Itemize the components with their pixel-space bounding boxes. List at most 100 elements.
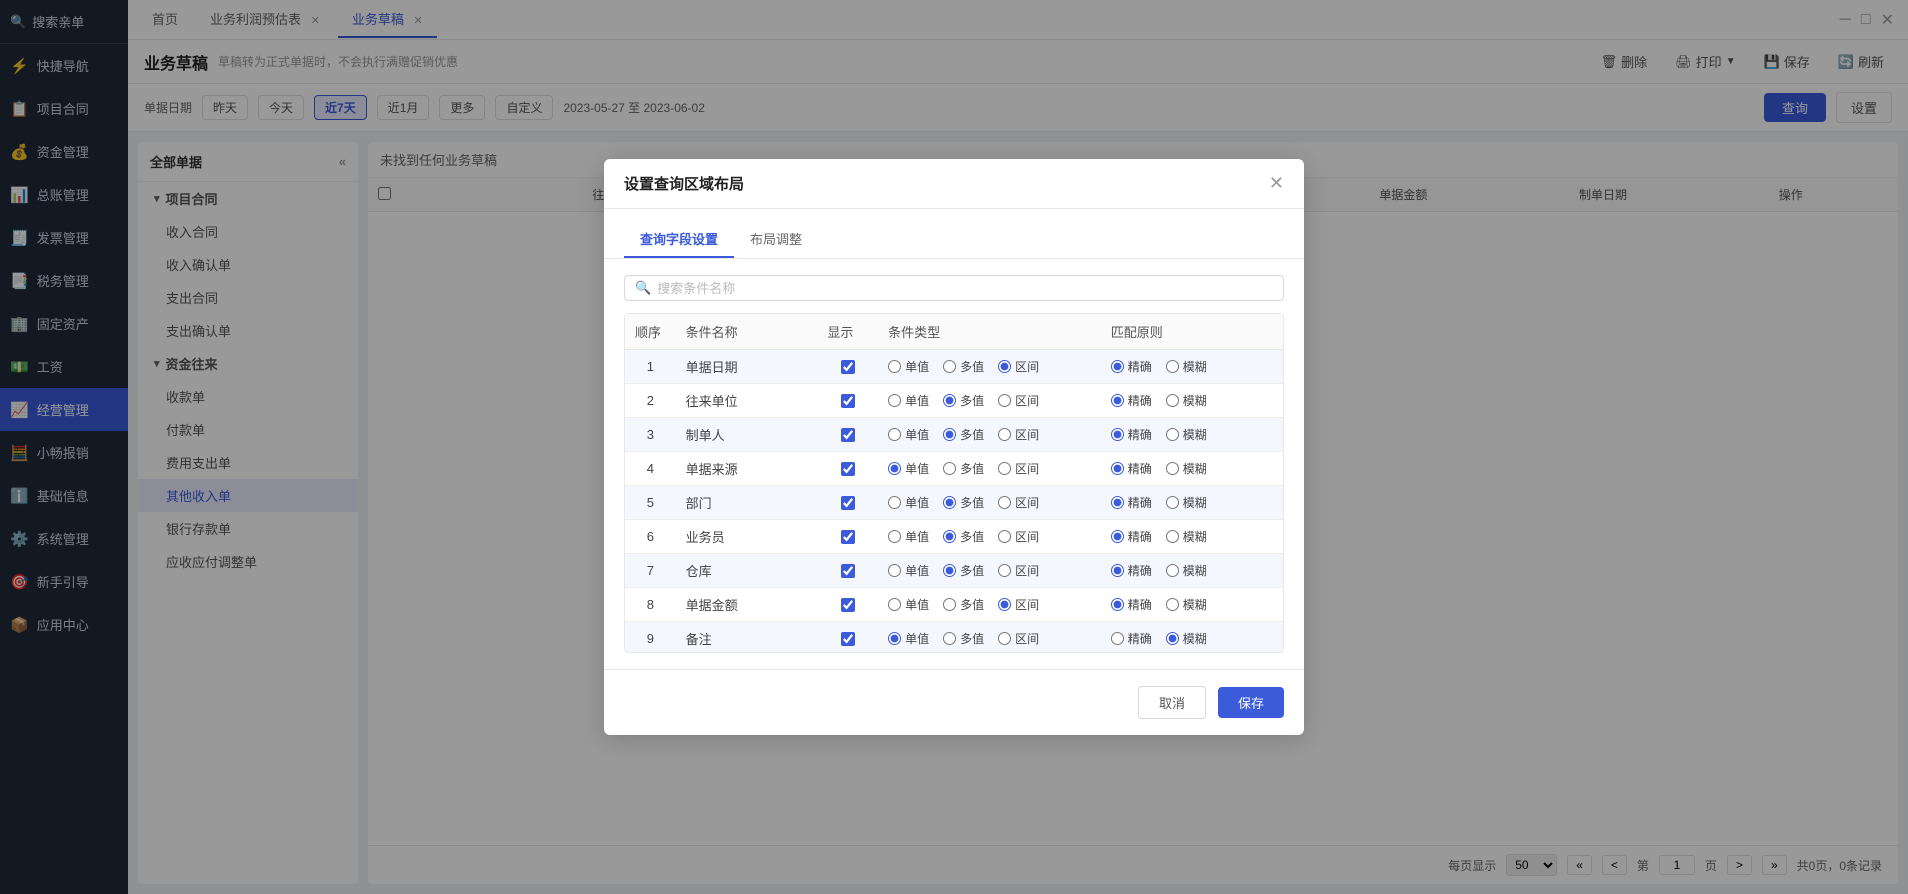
modal-save-button[interactable]: 保存 (1218, 687, 1284, 718)
cell-match: 精确模糊 (1101, 350, 1283, 384)
modal: 设置查询区域布局 ✕ 查询字段设置 布局调整 🔍 (604, 159, 1304, 735)
show-checkbox[interactable] (841, 598, 855, 612)
type-single-option[interactable]: 单值 (888, 460, 929, 477)
show-checkbox[interactable] (841, 496, 855, 510)
show-checkbox[interactable] (841, 462, 855, 476)
match-fuzzy-option[interactable]: 模糊 (1166, 528, 1207, 545)
condition-search-input[interactable] (657, 281, 1273, 296)
match-fuzzy-option[interactable]: 模糊 (1166, 460, 1207, 477)
type-single-option[interactable]: 单值 (888, 630, 929, 647)
match-fuzzy-option[interactable]: 模糊 (1166, 562, 1207, 579)
th-name: 条件名称 (676, 314, 818, 350)
type-multi-option[interactable]: 多值 (943, 426, 984, 443)
type-single-option[interactable]: 单值 (888, 392, 929, 409)
config-row: 8单据金额单值多值区间精确模糊 (625, 588, 1283, 622)
show-checkbox[interactable] (841, 632, 855, 646)
cancel-button[interactable]: 取消 (1138, 686, 1206, 719)
cell-name: 单据金额 (676, 588, 818, 622)
cell-order: 2 (625, 384, 676, 418)
match-exact-option[interactable]: 精确 (1111, 392, 1152, 409)
cell-type: 单值多值区间 (878, 486, 1101, 520)
type-single-option[interactable]: 单值 (888, 494, 929, 511)
type-multi-option[interactable]: 多值 (943, 630, 984, 647)
config-table-scroll: 顺序 条件名称 显示 条件类型 匹配原则 1单据日期单值多值区间精确模糊2往来单… (624, 313, 1284, 653)
config-row: 6业务员单值多值区间精确模糊 (625, 520, 1283, 554)
type-single-option[interactable]: 单值 (888, 528, 929, 545)
type-multi-option[interactable]: 多值 (943, 562, 984, 579)
modal-tab-layout[interactable]: 布局调整 (734, 221, 818, 258)
modal-close-button[interactable]: ✕ (1269, 173, 1284, 194)
modal-title: 设置查询区域布局 (624, 173, 744, 194)
tab-layout-label: 布局调整 (750, 232, 802, 247)
type-range-option[interactable]: 区间 (998, 494, 1039, 511)
match-exact-option[interactable]: 精确 (1111, 596, 1152, 613)
modal-tab-query-fields[interactable]: 查询字段设置 (624, 221, 734, 258)
config-table: 顺序 条件名称 显示 条件类型 匹配原则 1单据日期单值多值区间精确模糊2往来单… (625, 314, 1283, 653)
cell-type: 单值多值区间 (878, 588, 1101, 622)
config-row: 1单据日期单值多值区间精确模糊 (625, 350, 1283, 384)
th-match: 匹配原则 (1101, 314, 1283, 350)
match-exact-option[interactable]: 精确 (1111, 528, 1152, 545)
match-fuzzy-option[interactable]: 模糊 (1166, 426, 1207, 443)
type-range-option[interactable]: 区间 (998, 562, 1039, 579)
show-checkbox[interactable] (841, 530, 855, 544)
cell-match: 精确模糊 (1101, 520, 1283, 554)
cell-type: 单值多值区间 (878, 554, 1101, 588)
show-checkbox[interactable] (841, 394, 855, 408)
cell-match: 精确模糊 (1101, 384, 1283, 418)
match-exact-option[interactable]: 精确 (1111, 460, 1152, 477)
modal-header: 设置查询区域布局 ✕ (604, 159, 1304, 209)
cell-order: 3 (625, 418, 676, 452)
match-exact-option[interactable]: 精确 (1111, 494, 1152, 511)
type-single-option[interactable]: 单值 (888, 426, 929, 443)
match-fuzzy-option[interactable]: 模糊 (1166, 358, 1207, 375)
config-row: 9备注单值多值区间精确模糊 (625, 622, 1283, 654)
type-single-option[interactable]: 单值 (888, 596, 929, 613)
type-multi-option[interactable]: 多值 (943, 460, 984, 477)
th-show: 显示 (817, 314, 878, 350)
cell-order: 8 (625, 588, 676, 622)
type-range-option[interactable]: 区间 (998, 630, 1039, 647)
type-range-option[interactable]: 区间 (998, 528, 1039, 545)
show-checkbox[interactable] (841, 564, 855, 578)
match-fuzzy-option[interactable]: 模糊 (1166, 392, 1207, 409)
show-checkbox[interactable] (841, 428, 855, 442)
type-multi-option[interactable]: 多值 (943, 494, 984, 511)
type-multi-option[interactable]: 多值 (943, 528, 984, 545)
th-order: 顺序 (625, 314, 676, 350)
type-multi-option[interactable]: 多值 (943, 392, 984, 409)
type-range-option[interactable]: 区间 (998, 426, 1039, 443)
cell-show (817, 350, 878, 384)
match-fuzzy-option[interactable]: 模糊 (1166, 630, 1207, 647)
match-exact-option[interactable]: 精确 (1111, 630, 1152, 647)
cell-name: 制单人 (676, 418, 818, 452)
type-multi-option[interactable]: 多值 (943, 596, 984, 613)
match-exact-option[interactable]: 精确 (1111, 426, 1152, 443)
cell-show (817, 452, 878, 486)
type-multi-option[interactable]: 多值 (943, 358, 984, 375)
type-range-option[interactable]: 区间 (998, 392, 1039, 409)
cell-show (817, 622, 878, 654)
cell-show (817, 384, 878, 418)
type-range-option[interactable]: 区间 (998, 358, 1039, 375)
cell-name: 仓库 (676, 554, 818, 588)
cell-show (817, 418, 878, 452)
match-exact-option[interactable]: 精确 (1111, 562, 1152, 579)
match-fuzzy-option[interactable]: 模糊 (1166, 596, 1207, 613)
type-single-option[interactable]: 单值 (888, 358, 929, 375)
show-checkbox[interactable] (841, 360, 855, 374)
modal-footer: 取消 保存 (604, 669, 1304, 735)
config-row: 2往来单位 单值多值区间 精确模糊 (625, 384, 1283, 418)
type-single-option[interactable]: 单值 (888, 562, 929, 579)
type-range-option[interactable]: 区间 (998, 460, 1039, 477)
cell-name: 往来单位 (676, 384, 818, 418)
cell-order: 1 (625, 350, 676, 384)
type-range-option[interactable]: 区间 (998, 596, 1039, 613)
config-row: 3制单人 单值多值区间 精确模糊 (625, 418, 1283, 452)
cell-order: 5 (625, 486, 676, 520)
match-fuzzy-option[interactable]: 模糊 (1166, 494, 1207, 511)
cell-name: 单据来源 (676, 452, 818, 486)
cell-type: 单值多值区间 (878, 350, 1101, 384)
config-row: 4单据来源单值多值区间精确模糊 (625, 452, 1283, 486)
match-exact-option[interactable]: 精确 (1111, 358, 1152, 375)
